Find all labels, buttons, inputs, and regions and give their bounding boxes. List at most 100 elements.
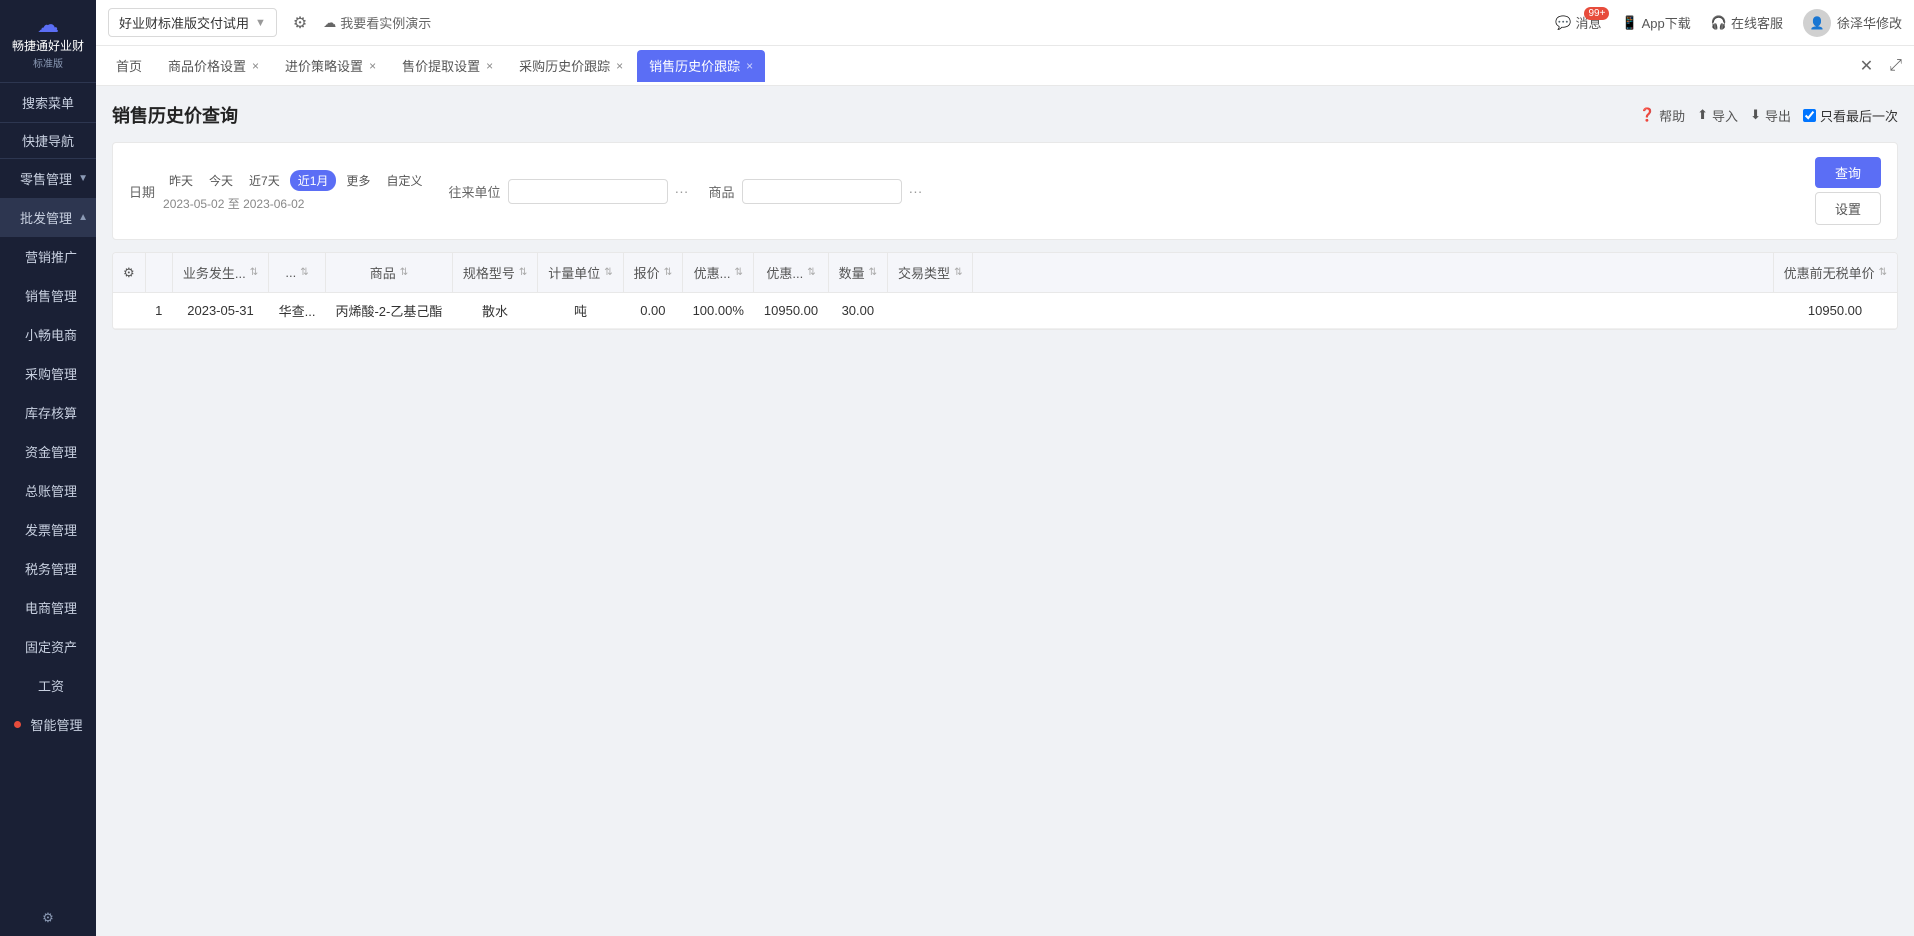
sidebar-item-salary[interactable]: 工资 [0,666,96,705]
sidebar-item-ecom[interactable]: 电商管理 [0,588,96,627]
filter-bar: 日期 昨天 今天 近7天 近1月 更多 自定义 2023-05-02 至 202… [112,142,1898,240]
message-badge: 99+ [1584,7,1609,20]
tab-sale-extract-close[interactable]: × [486,59,493,73]
cloud-icon: ☁ [323,15,336,31]
sidebar-item-finance[interactable]: 资金管理 [0,432,96,471]
date-btn-custom[interactable]: 自定义 [380,170,428,191]
tab-purchase-history[interactable]: 采购历史价跟踪 × [507,50,635,82]
app-download-button[interactable]: 📱 App下载 [1621,13,1690,32]
td-spec: 散水 [452,293,537,329]
td-seq: 1 [145,293,172,329]
only-last-checkbox[interactable]: 只看最后一次 [1803,106,1898,125]
th-spec[interactable]: 规格型号 ⇅ [452,253,537,293]
th-gear[interactable]: ⚙ [113,253,145,293]
date-btn-last1month[interactable]: 近1月 [290,170,337,191]
tab-home[interactable]: 首页 [104,50,154,82]
sidebar-item-sales[interactable]: 销售管理 [0,276,96,315]
sidebar-search[interactable]: 搜索菜单 [0,83,96,123]
help-link[interactable]: ❓ 帮助 [1639,106,1685,125]
sidebar-item-sales-label: 销售管理 [14,286,88,305]
sidebar-footer-gear[interactable]: ⚙ [0,900,96,936]
tab-purchase-strategy[interactable]: 进价策略设置 × [273,50,388,82]
export-link[interactable]: ⬇ 导出 [1750,106,1791,125]
th-pretax-price[interactable]: 优惠前无税单价 ⇅ [1773,253,1897,293]
th-discount1-label: 优惠... [694,263,731,282]
tab-purchase-strategy-label: 进价策略设置 [285,56,363,75]
message-icon: 💬 [1555,15,1571,31]
th-extra[interactable]: ... ⇅ [269,253,326,293]
query-button[interactable]: 查询 [1815,157,1881,188]
headset-icon: 🎧 [1711,15,1727,31]
th-unit[interactable]: 计量单位 ⇅ [538,253,623,293]
tab-purchase-strategy-close[interactable]: × [369,59,376,73]
sidebar-item-purchase[interactable]: 采购管理 [0,354,96,393]
td-pretax-price: 10950.00 [1773,293,1897,329]
date-btn-more[interactable]: 更多 [340,170,376,191]
td-extra: 华查... [269,293,326,329]
tab-sale-history[interactable]: 销售历史价跟踪 × [637,50,765,82]
sidebar-item-ecom-small[interactable]: 小畅电商 [0,315,96,354]
import-link[interactable]: ⬆ 导入 [1697,106,1738,125]
export-icon: ⬇ [1750,107,1761,123]
tab-sale-extract[interactable]: 售价提取设置 × [390,50,505,82]
date-buttons: 昨天 今天 近7天 近1月 更多 自定义 [163,170,428,191]
app-name: 畅捷通好业财 [12,38,84,55]
date-filter-label: 日期 [129,182,155,201]
th-price[interactable]: 报价 ⇅ [623,253,682,293]
sort-icon-spec: ⇅ [519,267,527,278]
sidebar-item-smart[interactable]: 智能管理 [0,705,96,744]
tab-product-price[interactable]: 商品价格设置 × [156,50,271,82]
source-dots[interactable]: ··· [674,183,688,199]
filter-actions: 查询 设置 [1815,157,1881,225]
sidebar-item-retail[interactable]: 零售管理 ▼ [0,159,96,198]
sidebar-item-inventory[interactable]: 库存核算 [0,393,96,432]
sidebar-quick-nav[interactable]: 快捷导航 [0,123,96,159]
th-biz-date[interactable]: 业务发生... ⇅ [172,253,268,293]
product-dots[interactable]: ··· [908,183,922,199]
sidebar-item-invoice[interactable]: 发票管理 [0,510,96,549]
th-trade-type[interactable]: 交易类型 ⇅ [888,253,973,293]
online-service-button[interactable]: 🎧 在线客服 [1711,13,1783,32]
demo-button[interactable]: ☁ 我要看实例演示 [323,13,431,32]
product-filter-group: 商品 ··· [708,179,922,204]
tab-product-price-close[interactable]: × [252,59,259,73]
tab-sale-history-close[interactable]: × [746,59,753,73]
app-edition: 标准版 [33,55,63,70]
sidebar-item-retail-label: 零售管理 [14,169,78,188]
tab-purchase-history-close[interactable]: × [616,59,623,73]
sidebar-item-fixed[interactable]: 固定资产 [0,627,96,666]
sidebar-item-general-label: 总账管理 [14,481,88,500]
th-quantity[interactable]: 数量 ⇅ [828,253,887,293]
data-table: ⚙ 业务发生... ⇅ ... ⇅ [113,253,1897,329]
tabbar: 首页 商品价格设置 × 进价策略设置 × 售价提取设置 × 采购历史价跟踪 × … [96,46,1914,86]
th-product[interactable]: 商品 ⇅ [325,253,452,293]
th-discount2[interactable]: 优惠... ⇅ [754,253,828,293]
export-label: 导出 [1765,106,1791,125]
th-discount1[interactable]: 优惠... ⇅ [683,253,754,293]
version-selector[interactable]: 好业财标准版交付试用 ▼ [108,8,277,37]
sidebar-item-tax[interactable]: 税务管理 [0,549,96,588]
sidebar-item-wholesale[interactable]: 批发管理 ▲ [0,198,96,237]
expand-button[interactable]: ⤢ [1885,53,1906,79]
sidebar-item-general[interactable]: 总账管理 [0,471,96,510]
sidebar-item-invoice-label: 发票管理 [14,520,88,539]
user-info[interactable]: 👤 徐泽华修改 [1803,9,1902,37]
td-discount2: 10950.00 [754,293,828,329]
sidebar-item-marketing[interactable]: 营销推广 [0,237,96,276]
source-input[interactable] [508,179,668,204]
th-extra-label: ... [285,265,296,280]
date-btn-last7[interactable]: 近7天 [243,170,286,191]
sort-icon-quantity: ⇅ [869,267,877,278]
logo-icon: ☁ [37,12,59,38]
only-last-input[interactable] [1803,109,1816,122]
help-label: 帮助 [1659,106,1685,125]
topbar-gear-icon[interactable]: ⚙ [289,9,311,37]
date-btn-today[interactable]: 今天 [203,170,239,191]
product-input[interactable] [742,179,902,204]
date-btn-yesterday[interactable]: 昨天 [163,170,199,191]
close-tab-button[interactable]: ✕ [1856,52,1877,80]
message-button[interactable]: 💬 消息 99+ [1555,13,1601,32]
settings-button[interactable]: 设置 [1815,192,1881,225]
product-input-group: ··· [742,179,922,204]
sort-icon-biz-date: ⇅ [250,267,258,278]
